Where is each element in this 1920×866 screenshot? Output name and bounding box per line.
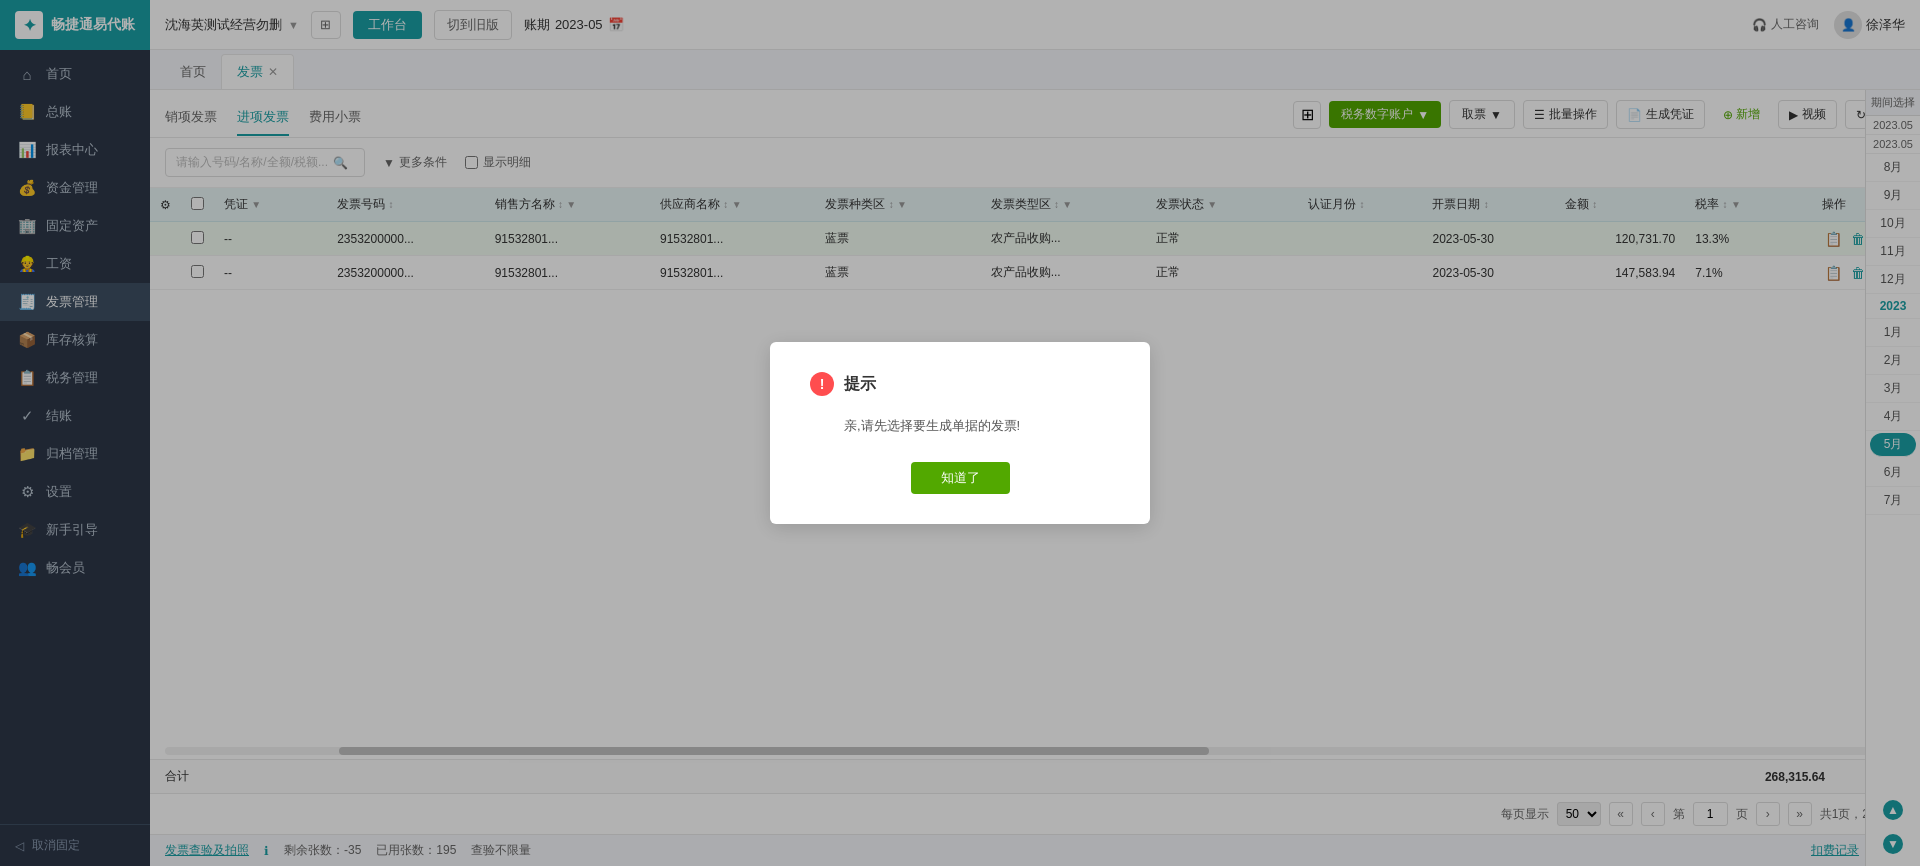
modal-title-row: ! 提示 xyxy=(810,372,1110,396)
exclamation-icon: ! xyxy=(820,376,825,392)
warning-icon: ! xyxy=(810,372,834,396)
modal-title: 提示 xyxy=(844,374,876,395)
modal-footer: 知道了 xyxy=(810,462,1110,494)
modal-ok-button[interactable]: 知道了 xyxy=(911,462,1010,494)
modal-overlay: ! 提示 亲,请先选择要生成单据的发票! 知道了 xyxy=(0,0,1920,866)
alert-modal: ! 提示 亲,请先选择要生成单据的发票! 知道了 xyxy=(770,342,1150,524)
modal-message: 亲,请先选择要生成单据的发票! xyxy=(810,416,1110,437)
